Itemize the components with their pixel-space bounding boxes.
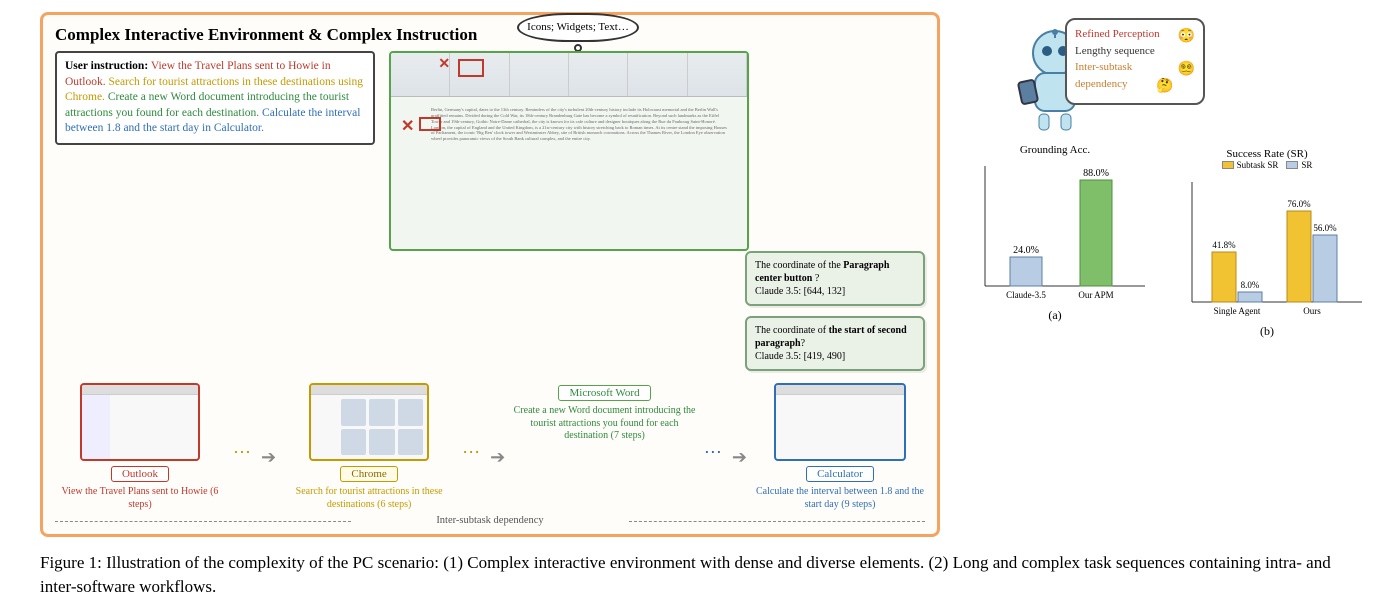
dots-icon: ⋯ — [233, 432, 253, 463]
chart-b-column: Success Rate (SR) Subtask SR SR 41.8% 8.… — [1166, 18, 1368, 339]
app-word: Microsoft Word Create a new Word documen… — [513, 383, 696, 443]
right-panel: Refined Perception😳 Lengthy sequence😵‍💫 … — [954, 12, 1368, 339]
dots-icon: ⋯ — [462, 432, 482, 463]
left-panel-title: Complex Interactive Environment & Comple… — [55, 25, 925, 45]
app-outlook: Outlook View the Travel Plans sent to Ho… — [55, 383, 225, 511]
claude-card-1: The coordinate of the Paragraph center b… — [745, 251, 925, 306]
chart-b-title: Success Rate (SR) — [1226, 148, 1307, 160]
claude-q1: The coordinate of the Paragraph center b… — [755, 260, 889, 284]
calculator-screenshot — [774, 383, 906, 461]
arrow-right-icon: ➔ — [490, 427, 505, 468]
svg-text:Claude-3.5: Claude-3.5 — [1006, 290, 1046, 300]
left-panel: Complex Interactive Environment & Comple… — [40, 12, 940, 537]
arrow-right-icon: ➔ — [732, 427, 747, 468]
word-document-body: Berlin, Germany's capital, dates to the … — [391, 97, 747, 146]
chrome-screenshot — [309, 383, 429, 461]
thought-bubble-text: Icons; Widgets; Text… — [517, 13, 639, 42]
word-screenshot: Berlin, Germany's capital, dates to the … — [389, 51, 749, 251]
legend-subtask-sr: Subtask SR — [1222, 160, 1279, 170]
bubble-refined-perception: Refined Perception — [1075, 28, 1160, 40]
app-label-chrome: Chrome — [340, 466, 397, 482]
claude-q2: The coordinate of the start of second pa… — [755, 325, 907, 349]
chart-b-sub: (b) — [1260, 324, 1274, 339]
svg-text:Ours: Ours — [1303, 306, 1321, 316]
inter-subtask-dependency-label: Inter-subtask dependency — [55, 515, 925, 526]
claude-a1: Claude 3.5: [644, 132] — [755, 286, 845, 297]
app-sub-word: Create a new Word document introducing t… — [513, 405, 696, 443]
app-label-word: Microsoft Word — [558, 385, 650, 401]
chart-b-legend: Subtask SR SR — [1222, 160, 1313, 170]
grounding-accuracy-chart: 24.0% 88.0% Claude-3.5 Our APM — [955, 156, 1155, 306]
outlook-screenshot — [80, 383, 200, 461]
figure-caption: Figure 1: Illustration of the complexity… — [40, 551, 1368, 599]
svg-text:24.0%: 24.0% — [1013, 245, 1039, 256]
svg-text:88.0%: 88.0% — [1083, 168, 1109, 179]
app-chrome: Chrome Search for tourist attractions in… — [284, 383, 454, 511]
svg-text:Our APM: Our APM — [1078, 290, 1113, 300]
svg-text:56.0%: 56.0% — [1313, 223, 1337, 233]
chart-a-title: Grounding Acc. — [1020, 144, 1090, 156]
user-instruction-box: User instruction: View the Travel Plans … — [55, 51, 375, 145]
instruction-lead: User instruction: — [65, 60, 148, 72]
bubble-lengthy-sequence: Lengthy sequence — [1075, 45, 1155, 57]
legend-sr: SR — [1286, 160, 1312, 170]
figure-row: Complex Interactive Environment & Comple… — [40, 12, 1368, 537]
figure-container: Complex Interactive Environment & Comple… — [0, 0, 1398, 609]
svg-text:Single Agent: Single Agent — [1214, 306, 1261, 316]
app-sub-outlook: View the Travel Plans sent to Howie (6 s… — [55, 486, 225, 511]
app-sub-chrome: Search for tourist attractions in these … — [284, 486, 454, 511]
app-label-calculator: Calculator — [806, 466, 874, 482]
app-sub-calculator: Calculate the interval between 1.8 and t… — [755, 486, 925, 511]
arrow-right-icon: ➔ — [261, 427, 276, 468]
chart-a-sub: (a) — [1048, 308, 1061, 323]
success-rate-chart: 41.8% 8.0% 76.0% 56.0% Single Agent Ours — [1167, 172, 1367, 322]
app-calculator: Calculator Calculate the interval betwee… — [755, 383, 925, 511]
dots-icon: ⋯ — [704, 432, 724, 463]
apps-row: Outlook View the Travel Plans sent to Ho… — [55, 371, 925, 511]
claude-answers-column: The coordinate of the Paragraph center b… — [745, 251, 925, 371]
chart-a-column: Refined Perception😳 Lengthy sequence😵‍💫 … — [954, 18, 1156, 339]
claude-card-2: The coordinate of the start of second pa… — [745, 316, 925, 371]
word-ribbon — [391, 53, 747, 97]
app-label-outlook: Outlook — [111, 466, 169, 482]
highlight-box-icon — [419, 117, 441, 131]
svg-text:41.8%: 41.8% — [1212, 240, 1236, 250]
svg-text:8.0%: 8.0% — [1241, 280, 1260, 290]
svg-text:76.0%: 76.0% — [1287, 199, 1311, 209]
claude-a2: Claude 3.5: [419, 490] — [755, 351, 845, 362]
robot-illustration: Refined Perception😳 Lengthy sequence😵‍💫 … — [995, 18, 1115, 138]
bubble-inter-dependency: Inter-subtask dependency — [1075, 61, 1132, 90]
